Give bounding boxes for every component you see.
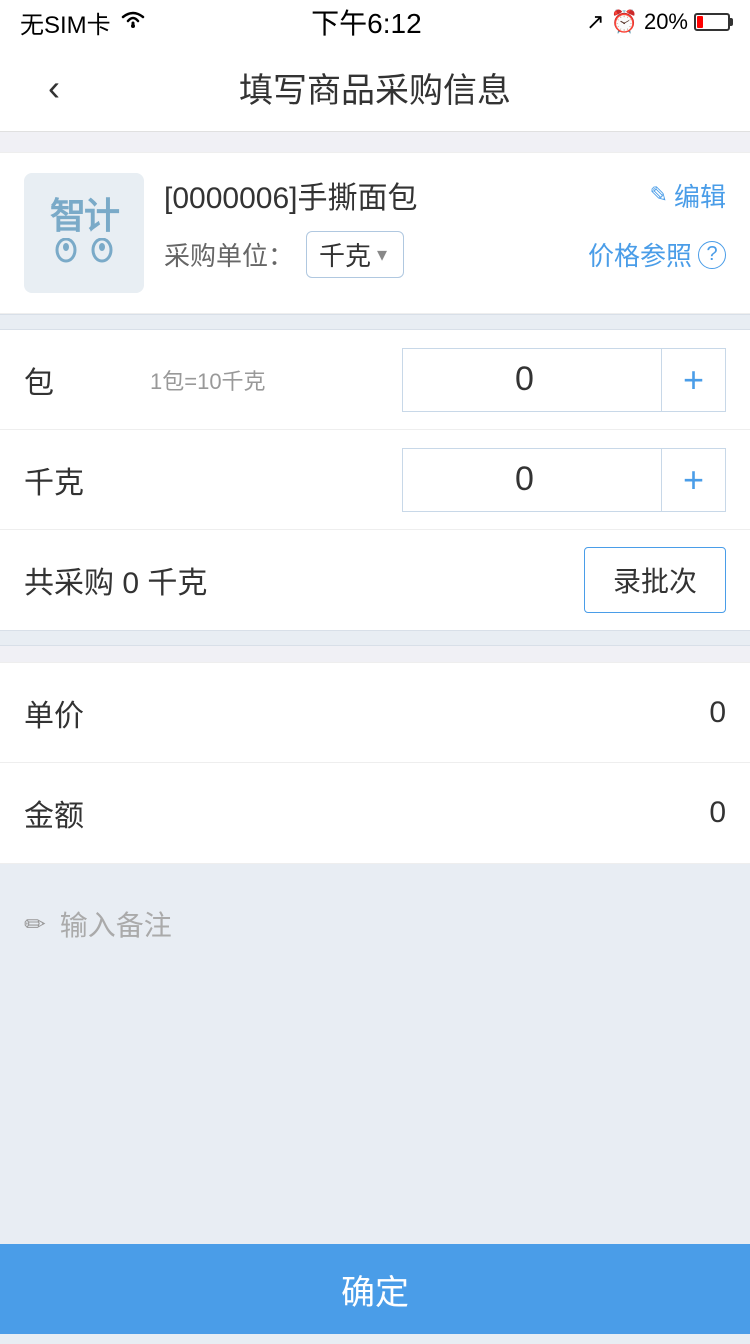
- battery-icon: [694, 13, 730, 31]
- unit-label: 采购单位：: [164, 236, 294, 273]
- product-card: 智计 [0000006]手撕面包 ✎ 编辑 采购单位： 千克: [0, 152, 750, 314]
- product-unit: 采购单位： 千克 ▾: [164, 231, 404, 278]
- remark-placeholder: 输入备注: [60, 904, 172, 944]
- edit-button[interactable]: ✎ 编辑: [650, 177, 726, 214]
- product-row2: 采购单位： 千克 ▾ 价格参照 ?: [164, 231, 726, 278]
- package-input[interactable]: [402, 348, 662, 412]
- back-icon: ‹: [48, 67, 60, 109]
- kg-input-row: 千克 +: [0, 430, 750, 530]
- nav-bar: ‹ 填写商品采购信息: [0, 44, 750, 132]
- unit-price-label: 单价: [24, 691, 84, 735]
- section-divider-2: [0, 630, 750, 646]
- summary-quantity: 0: [122, 567, 139, 600]
- help-icon: ?: [698, 241, 726, 269]
- summary-label: 共采购: [24, 567, 114, 600]
- plus-icon: +: [683, 359, 704, 401]
- unit-price-value: 0: [709, 696, 726, 730]
- summary-text: 共采购 0 千克: [24, 558, 207, 602]
- product-name: [0000006]手撕面包: [164, 173, 417, 217]
- section-divider-1: [0, 314, 750, 330]
- package-input-row: 包 1包=10千克 +: [0, 330, 750, 430]
- price-info-section: 单价 0 金额 0: [0, 662, 750, 864]
- gps-icon: ↗: [586, 9, 604, 35]
- pencil-icon: ✏: [24, 909, 46, 940]
- page-title: 填写商品采购信息: [239, 63, 511, 112]
- alarm-icon: ⏰: [611, 9, 638, 35]
- status-bar: 无SIM卡 下午6:12 ↗ ⏰ 20%: [0, 0, 750, 44]
- carrier-text: 无SIM卡: [20, 5, 111, 40]
- package-control: +: [266, 348, 726, 412]
- package-plus-button[interactable]: +: [662, 348, 726, 412]
- status-time: 下午6:12: [311, 2, 422, 42]
- edit-icon: ✎: [650, 182, 668, 208]
- unit-select-dropdown[interactable]: 千克 ▾: [306, 231, 404, 278]
- kg-label: 千克: [24, 458, 144, 502]
- product-info: [0000006]手撕面包 ✎ 编辑 采购单位： 千克 ▾ 价格参照 ?: [164, 173, 726, 278]
- kg-control: +: [144, 448, 726, 512]
- amount-label: 金额: [24, 791, 84, 835]
- summary-unit: 千克: [147, 567, 207, 600]
- edit-label: 编辑: [674, 177, 726, 214]
- input-section: 包 1包=10千克 + 千克 +: [0, 330, 750, 530]
- confirm-button-label: 确定: [341, 1265, 409, 1314]
- record-batch-button[interactable]: 录批次: [584, 547, 726, 613]
- package-label: 包: [24, 358, 144, 402]
- price-reference-button[interactable]: 价格参照 ?: [588, 236, 726, 273]
- back-button[interactable]: ‹: [24, 58, 84, 118]
- product-header: [0000006]手撕面包 ✎ 编辑: [164, 173, 726, 217]
- kg-plus-icon: +: [683, 459, 704, 501]
- product-thumb-logo: 智计: [50, 198, 118, 268]
- amount-value: 0: [709, 796, 726, 830]
- amount-row: 金额 0: [0, 763, 750, 863]
- price-ref-label: 价格参照: [588, 236, 692, 273]
- kg-input[interactable]: [402, 448, 662, 512]
- unit-value: 千克: [319, 236, 371, 273]
- dropdown-arrow-icon: ▾: [377, 242, 387, 267]
- status-right: ↗ ⏰ 20%: [586, 9, 730, 35]
- summary-row: 共采购 0 千克 录批次: [0, 530, 750, 630]
- product-thumbnail: 智计: [24, 173, 144, 293]
- kg-plus-button[interactable]: +: [662, 448, 726, 512]
- confirm-button[interactable]: 确定: [0, 1244, 750, 1334]
- unit-price-row: 单价 0: [0, 663, 750, 763]
- wifi-icon: [119, 8, 147, 36]
- package-sub: 1包=10千克: [150, 364, 266, 396]
- remark-section[interactable]: ✏ 输入备注: [0, 864, 750, 984]
- battery-percent: 20%: [644, 9, 688, 35]
- status-left: 无SIM卡: [20, 5, 147, 40]
